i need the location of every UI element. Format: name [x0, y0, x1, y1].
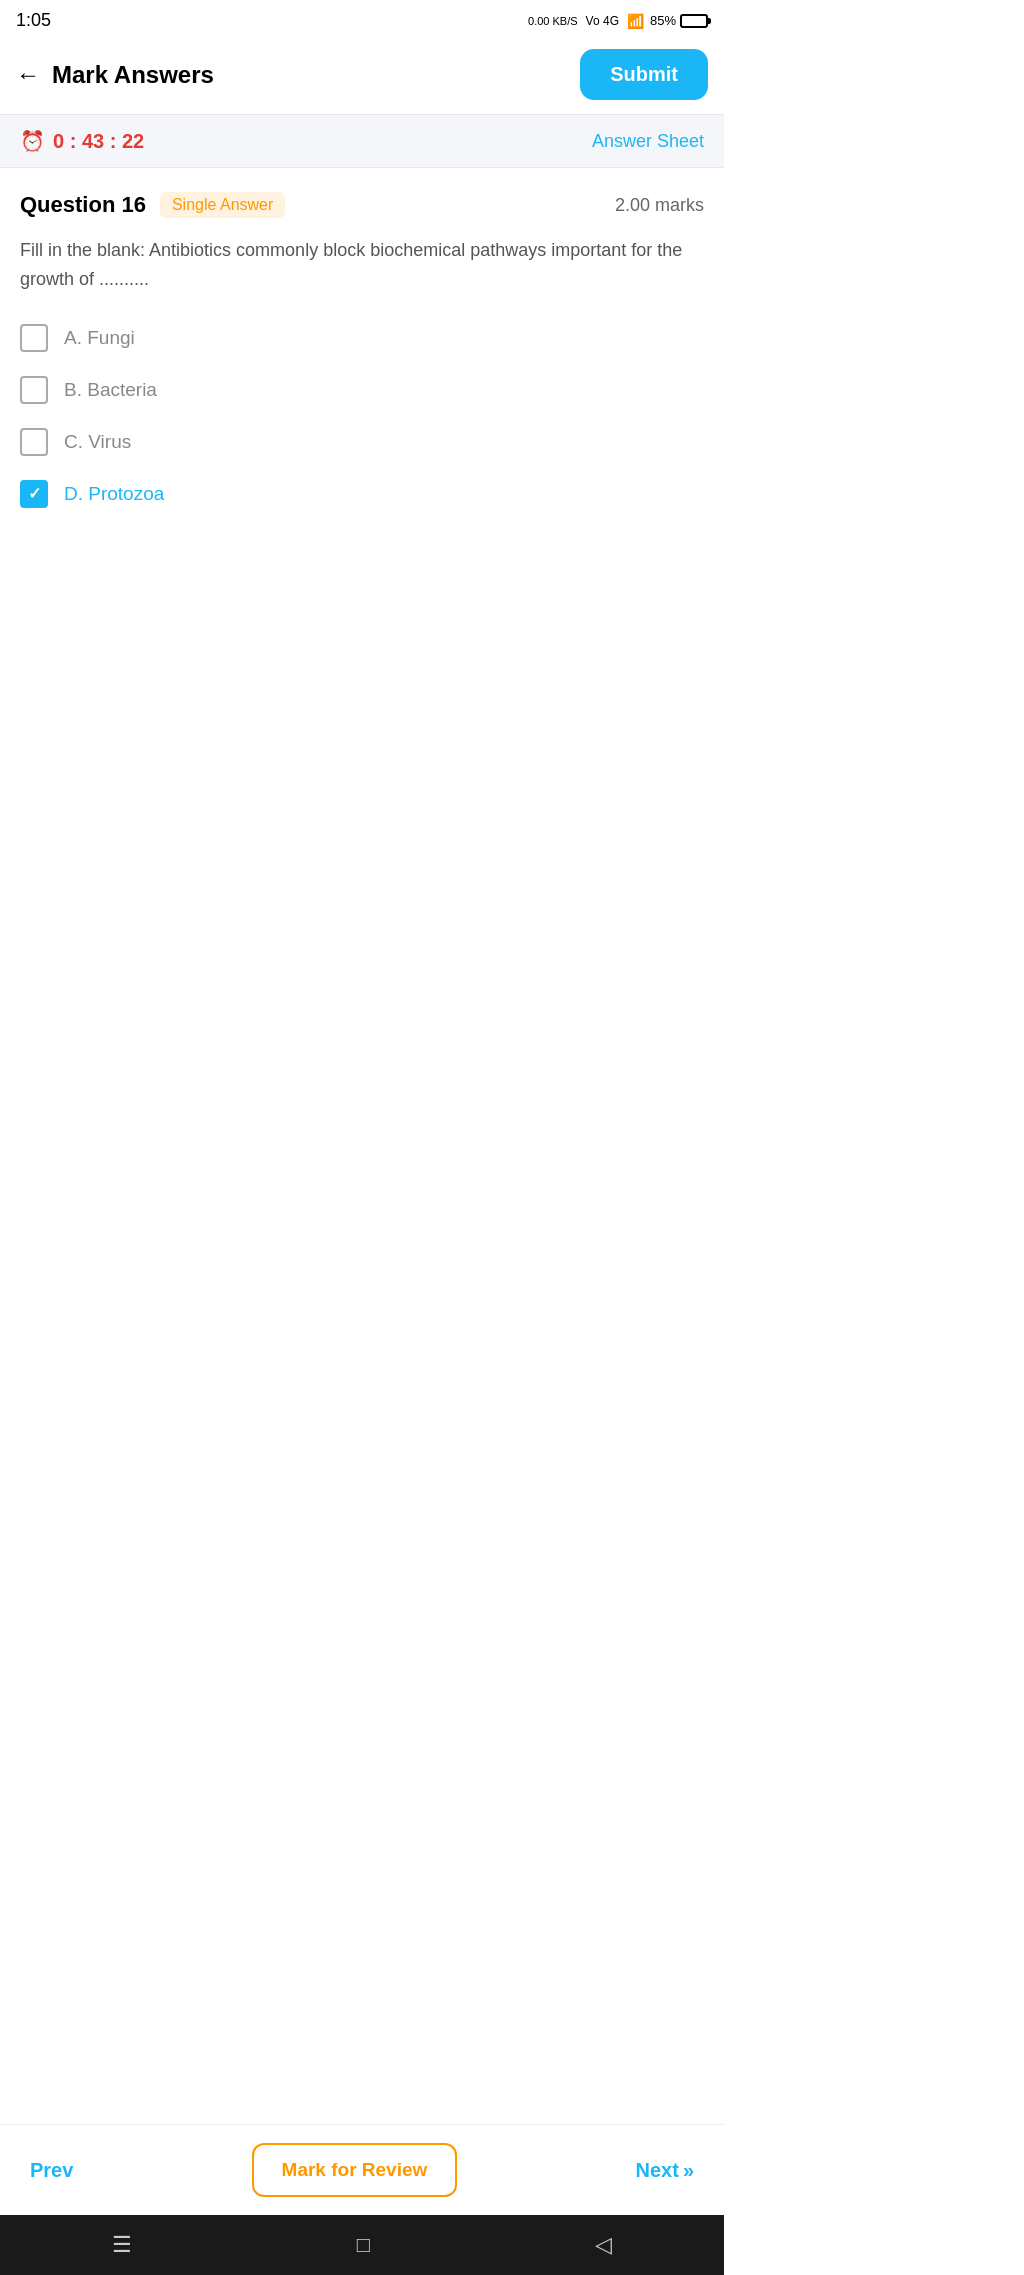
back-nav-icon[interactable]: ◁ [595, 2232, 612, 2258]
mark-review-button[interactable]: Mark for Review [252, 2143, 458, 2197]
next-button[interactable]: Next » [636, 2159, 694, 2182]
bottom-nav: Prev Mark for Review Next » [0, 2124, 724, 2215]
back-button[interactable]: ← [16, 61, 40, 89]
option-c-label: C. Virus [64, 431, 131, 453]
status-time: 1:05 [16, 10, 51, 31]
home-icon[interactable]: □ [357, 2232, 370, 2258]
battery-icon [680, 14, 708, 28]
checkbox-d[interactable] [20, 480, 48, 508]
question-text: Fill in the blank: Antibiotics commonly … [20, 236, 704, 294]
next-label: Next [636, 2159, 679, 2182]
battery-percent: 85% [650, 13, 676, 28]
option-d[interactable]: D. Protozoa [20, 480, 704, 508]
signal-icon: 📶 [627, 13, 644, 29]
header-left: ← Mark Answers [16, 61, 214, 89]
question-type-badge: Single Answer [160, 192, 285, 218]
data-speed: 0.00 KB/S [528, 15, 578, 27]
submit-button[interactable]: Submit [580, 49, 708, 100]
option-b-label: B. Bacteria [64, 379, 157, 401]
android-nav-bar: ☰ □ ◁ [0, 2215, 724, 2275]
main-content: Question 16 Single Answer 2.00 marks Fil… [0, 168, 724, 532]
option-d-label: D. Protozoa [64, 483, 164, 505]
options-list: A. Fungi B. Bacteria C. Virus D. Protozo… [20, 324, 704, 508]
prev-button[interactable]: Prev [30, 2159, 73, 2182]
option-b[interactable]: B. Bacteria [20, 376, 704, 404]
header: ← Mark Answers Submit [0, 39, 724, 114]
question-header: Question 16 Single Answer 2.00 marks [20, 192, 704, 218]
checkbox-c[interactable] [20, 428, 48, 456]
checkbox-a[interactable] [20, 324, 48, 352]
question-number: Question 16 [20, 192, 146, 218]
answer-sheet-link[interactable]: Answer Sheet [592, 131, 704, 152]
timer-left: ⏰ 0 : 43 : 22 [20, 129, 144, 153]
option-a[interactable]: A. Fungi [20, 324, 704, 352]
timer-bar: ⏰ 0 : 43 : 22 Answer Sheet [0, 114, 724, 168]
menu-icon[interactable]: ☰ [112, 2232, 132, 2258]
status-bar: 1:05 0.00 KB/S Vo 4G 📶 85% [0, 0, 724, 39]
page-title: Mark Answers [52, 61, 214, 89]
question-marks: 2.00 marks [615, 195, 704, 216]
checkbox-b[interactable] [20, 376, 48, 404]
clock-icon: ⏰ [20, 129, 45, 153]
next-chevron-icon: » [683, 2159, 694, 2182]
network-icon: Vo 4G [586, 14, 619, 28]
status-icons: 0.00 KB/S Vo 4G 📶 85% [528, 13, 708, 29]
option-a-label: A. Fungi [64, 327, 135, 349]
option-c[interactable]: C. Virus [20, 428, 704, 456]
timer-value: 0 : 43 : 22 [53, 130, 144, 153]
